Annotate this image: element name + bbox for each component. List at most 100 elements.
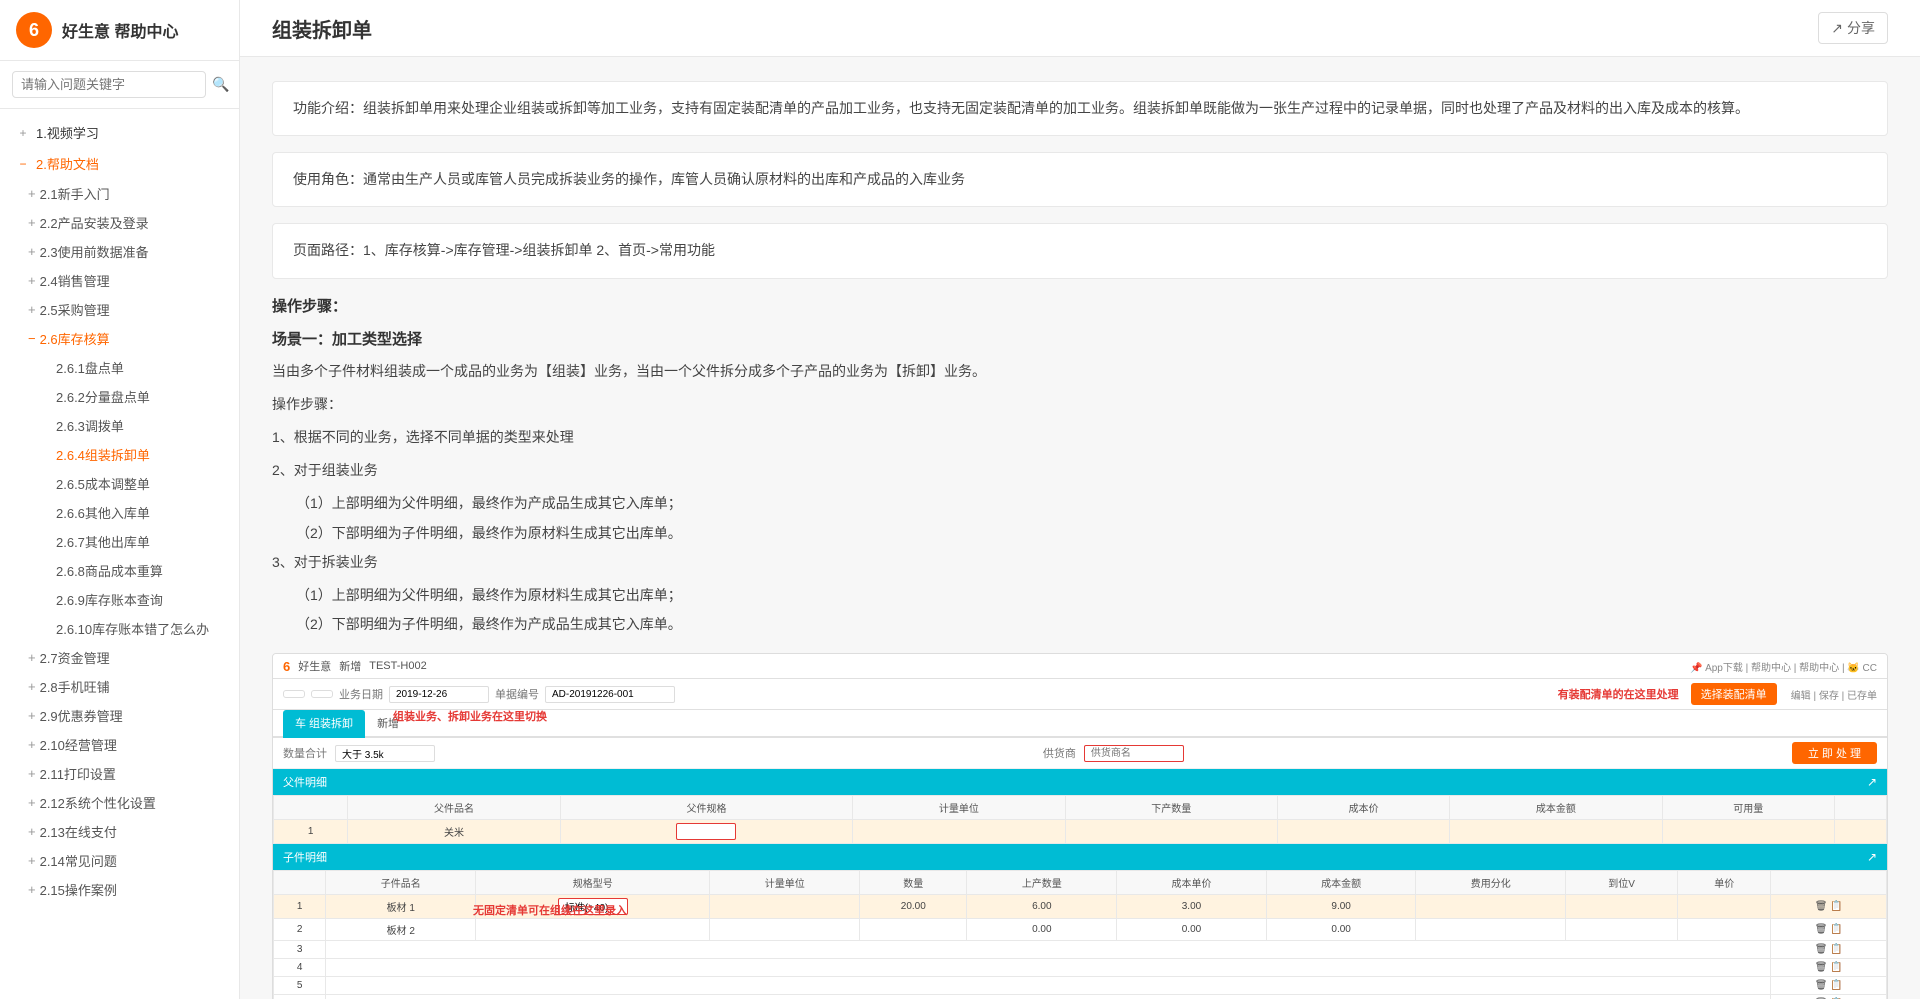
sim-lc-unit: 计量单位 [710,871,860,895]
sim-btn-new[interactable] [311,690,333,698]
sidebar-item-inv10[interactable]: 2.6.10库存账本错了怎么办 [56,614,239,643]
sidebar-item-online[interactable]: + 2.13在线支付 [28,817,239,846]
sim-count-input[interactable] [335,745,435,762]
inventory-children: 2.6.1盘点单 2.6.2分量盘点单 2.6.3调拨单 2.6.4组装拆卸单 … [28,353,239,643]
sim-col-qty: 下产数量 [1065,796,1277,820]
share-button[interactable]: ↗ 分享 [1818,12,1888,44]
sidebar-item-inv1[interactable]: 2.6.1盘点单 [56,353,239,382]
sim-doc-id: TEST-H002 [369,660,426,672]
table-row: 5🗑 📋 [274,977,1887,995]
path-block: 页面路径：1、库存核算->库存管理->组装拆卸单 2、首页->常用功能 [272,223,1888,278]
sidebar-item-inv6[interactable]: 2.6.6其他入库单 [56,498,239,527]
sim-tab-new[interactable]: 新增 [365,710,411,738]
sidebar-item-docs[interactable]: − 2.帮助文档 [0,148,239,179]
sim-upper-expand[interactable]: ↗ [1867,775,1877,789]
sim-btn-process[interactable]: 立 即 处 理 [1792,742,1877,764]
share-icon: ↗ [1831,20,1843,37]
sidebar-item-newbie[interactable]: + 2.1新手入门 [28,179,239,208]
sim-col-unit: 计量单位 [853,796,1065,820]
sidebar-item-cases[interactable]: + 2.15操作案例 [28,875,239,904]
role-text: 使用角色：通常由生产人员或库管人员完成拆装业务的操作，库管人员确认原材料的出库和… [293,171,965,187]
sim-col-price: 成本价 [1277,796,1449,820]
sidebar-item-label: 1.视频学习 [36,123,99,142]
search-box[interactable]: 🔍 [0,61,239,109]
table-row: 3🗑 📋 [274,941,1887,959]
sidebar-item-data[interactable]: + 2.3使用前数据准备 [28,237,239,266]
step2-2: （2）下部明细为子件明细，最终作为原材料生成其它出库单。 [296,521,1888,546]
sidebar-item-mobile[interactable]: + 2.8手机旺铺 [28,672,239,701]
sim-supplier-input[interactable] [1084,745,1184,762]
sim-btn-assembly[interactable] [283,690,305,698]
sim-lc-action [1771,871,1887,895]
sidebar-item-inv9[interactable]: 2.6.9库存账本查询 [56,585,239,614]
sim-lc-fee: 费用分化 [1416,871,1566,895]
scenario1-title: 场景一：加工类型选择 [272,328,1888,349]
sidebar-item-sales[interactable]: + 2.4销售管理 [28,266,239,295]
sidebar-item-inv3[interactable]: 2.6.3调拨单 [56,411,239,440]
sidebar-item-inv4[interactable]: 2.6.4组装拆卸单 [56,440,239,469]
sim-lc-name: 子件品名 [326,871,476,895]
search-input[interactable] [12,71,206,98]
sim-lc-price: 单价 [1678,871,1771,895]
sim-lower-expand[interactable]: ↗ [1867,850,1877,864]
sim-tab-bar: 车 组装拆卸 新增 [273,710,1887,738]
sim-col-avail: 可用量 [1662,796,1834,820]
sim-lc-spec: 规格型号 [476,871,710,895]
sim-docno-input[interactable] [545,686,675,703]
sim-logo: 6 [283,659,290,674]
docs-children: + 2.1新手入门 + 2.2产品安装及登录 + 2.3使用前数据准备 + 2.… [0,179,239,904]
sim-lc-amount: 成本金额 [1266,871,1416,895]
sidebar-item-inv5[interactable]: 2.6.5成本调整单 [56,469,239,498]
step2: 2、对于组装业务 [272,458,1888,483]
sim-screen: 6 好生意 新增 TEST-H002 📌 App下载 | 帮助中心 | 帮助中心… [273,654,1887,999]
steps-label: 操作步骤： [272,392,1888,417]
table-row: 4🗑 📋 [274,959,1887,977]
sidebar-item-label: 2.帮助文档 [36,154,99,173]
brand-name: 好生意 帮助中心 [62,18,178,42]
sidebar-item-inventory[interactable]: − 2.6库存核算 [28,324,239,353]
sim-upper-section-header: 父件明细 ↗ [273,769,1887,795]
main-content: 功能介绍：组装拆卸单用来处理企业组装或拆卸等加工业务，支持有固定装配清单的产品加… [240,57,1920,999]
plus-icon: + [16,126,30,140]
sim-btn-select-list[interactable]: 选择装配清单 [1691,683,1777,705]
path-text: 页面路径：1、库存核算->库存管理->组装拆卸单 2、首页->常用功能 [293,242,715,258]
step2-1: （1）上部明细为父件明细，最终作为产成品生成其它入库单； [296,491,1888,516]
sidebar-item-inv7[interactable]: 2.6.7其他出库单 [56,527,239,556]
search-icon[interactable]: 🔍 [212,76,229,93]
sim-date-input[interactable] [389,686,489,703]
sim-lc-cost: 成本单价 [1117,871,1267,895]
minus-icon: − [16,157,30,171]
table-row: 1 关米 [274,820,1887,844]
main-header: 组装拆卸单 ↗ 分享 [240,0,1920,57]
sim-col-parentname: 父件品名 [348,796,560,820]
sidebar-item-print[interactable]: + 2.11打印设置 [28,759,239,788]
sim-lower-spec-input[interactable] [558,898,628,915]
sim-tab-assembly[interactable]: 车 组装拆卸 [283,710,365,738]
scenario1-desc: 当由多个子件材料组装成一个成品的业务为【组装】业务，当由一个父件拆分成多个子产品… [272,359,1888,384]
sim-topbar: 6 好生意 新增 TEST-H002 📌 App下载 | 帮助中心 | 帮助中心… [273,654,1887,679]
sim-col-check [274,796,348,820]
sim-app-name: 好生意 [298,658,331,674]
sidebar-item-finance[interactable]: + 2.7资金管理 [28,643,239,672]
logo: 6 [16,12,52,48]
sidebar-item-purchase[interactable]: + 2.5采购管理 [28,295,239,324]
sidebar-item-faq[interactable]: + 2.14常见问题 [28,846,239,875]
sidebar-item-inv2[interactable]: 2.6.2分量盘点单 [56,382,239,411]
sim-lower-section-wrapper: 子件明细 ↗ [273,844,1887,870]
sim-lower-section-header: 子件明细 ↗ [273,844,1887,870]
sim-lc-check [274,871,326,895]
sidebar-item-install[interactable]: + 2.2产品安装及登录 [28,208,239,237]
sidebar-item-custom[interactable]: + 2.12系统个性化设置 [28,788,239,817]
step1: 1、根据不同的业务，选择不同单据的类型来处理 [272,425,1888,450]
sidebar-header: 6 好生意 帮助中心 [0,0,239,61]
step3-1: （1）上部明细为父件明细，最终作为原材料生成其它出库单； [296,583,1888,608]
sidebar-item-inv8[interactable]: 2.6.8商品成本重算 [56,556,239,585]
sim-parent-spec-input[interactable] [676,823,736,840]
sim-lc-qty: 数量 [860,871,967,895]
annotation-clearance: 有装配清单的在这里处理 [1558,686,1679,702]
sidebar-item-video[interactable]: + 1.视频学习 [0,117,239,148]
intro-text: 功能介绍：组装拆卸单用来处理企业组装或拆卸等加工业务，支持有固定装配清单的产品加… [293,100,1749,116]
sidebar-item-ops[interactable]: + 2.10经营管理 [28,730,239,759]
sidebar-item-coupon[interactable]: + 2.9优惠券管理 [28,701,239,730]
sim-form-row: 数量合计 供货商 立 即 处 理 [273,738,1887,769]
